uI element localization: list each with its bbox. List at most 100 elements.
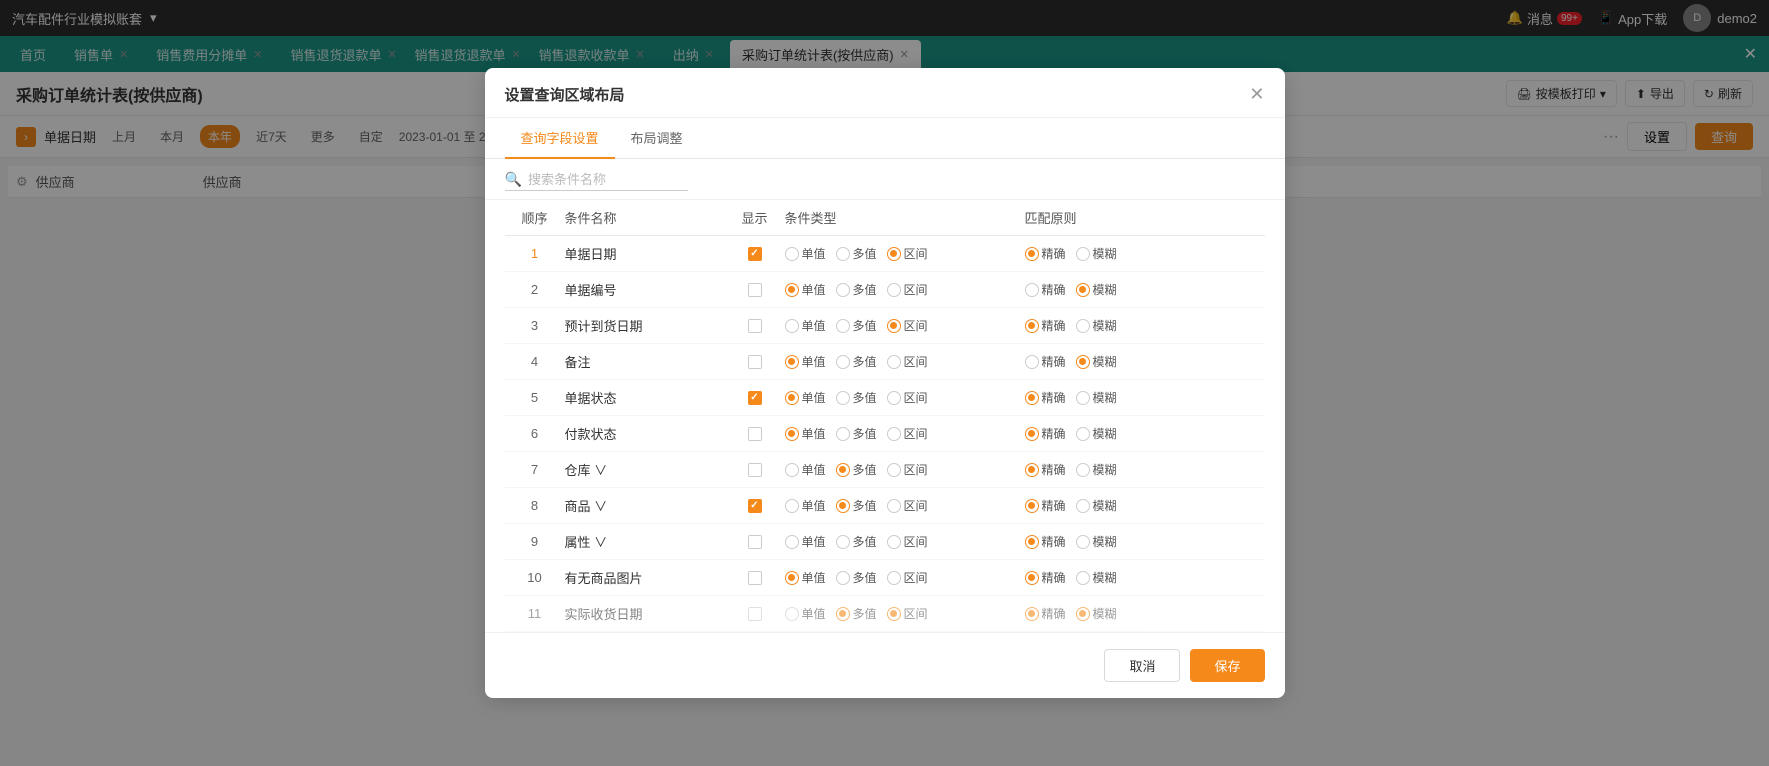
type-range-3[interactable]: 区间 <box>887 317 928 334</box>
type-multi-8[interactable]: 多值 <box>836 497 877 514</box>
match-group-9: 精确 模糊 <box>1025 533 1117 550</box>
display-check-7[interactable] <box>748 463 762 477</box>
type-multi-6[interactable]: 多值 <box>836 425 877 442</box>
match-exact-7[interactable]: 精确 <box>1025 461 1066 478</box>
header-match: 匹配原则 <box>1025 208 1265 227</box>
type-range-6[interactable]: 区间 <box>887 425 928 442</box>
type-multi-1[interactable]: 多值 <box>836 245 877 262</box>
type-multi-9[interactable]: 多值 <box>836 533 877 550</box>
type-single-5[interactable]: 单值 <box>785 389 826 406</box>
display-check-11[interactable] <box>748 607 762 621</box>
display-check-2[interactable] <box>748 283 762 297</box>
cond-name-3: 预计到货日期 <box>565 316 643 335</box>
match-fuzzy-8[interactable]: 模糊 <box>1076 497 1117 514</box>
type-range-4[interactable]: 区间 <box>887 353 928 370</box>
type-multi-3[interactable]: 多值 <box>836 317 877 334</box>
match-exact-4[interactable]: 精确 <box>1025 353 1066 370</box>
match-fuzzy-9[interactable]: 模糊 <box>1076 533 1117 550</box>
match-fuzzy-5[interactable]: 模糊 <box>1076 389 1117 406</box>
type-multi-4[interactable]: 多值 <box>836 353 877 370</box>
match-fuzzy-1[interactable]: 模糊 <box>1076 245 1117 262</box>
cond-name-4: 备注 <box>565 352 591 371</box>
type-single-3[interactable]: 单值 <box>785 317 826 334</box>
cond-name-9: 属性 ∨ <box>565 532 608 551</box>
tab-field-settings-label: 查询字段设置 <box>521 131 599 146</box>
type-range-2[interactable]: 区间 <box>887 281 928 298</box>
conditions-table: 顺序 条件名称 显示 条件类型 匹配原则 1 单据日期 单值 多值 区间 <box>485 200 1285 632</box>
match-exact-5[interactable]: 精确 <box>1025 389 1066 406</box>
display-check-6[interactable] <box>748 427 762 441</box>
order-4: 4 <box>531 354 538 369</box>
type-single-11[interactable]: 单值 <box>785 605 826 622</box>
type-range-10[interactable]: 区间 <box>887 569 928 586</box>
order-10: 10 <box>527 570 541 585</box>
table-row: 7 仓库 ∨ 单值 多值 区间 精确 模糊 <box>505 452 1265 488</box>
type-range-1[interactable]: 区间 <box>887 245 928 262</box>
match-fuzzy-4[interactable]: 模糊 <box>1076 353 1117 370</box>
type-single-8[interactable]: 单值 <box>785 497 826 514</box>
type-single-1[interactable]: 单值 <box>785 245 826 262</box>
match-exact-9[interactable]: 精确 <box>1025 533 1066 550</box>
type-multi-11[interactable]: 多值 <box>836 605 877 622</box>
type-single-10[interactable]: 单值 <box>785 569 826 586</box>
search-input[interactable] <box>528 172 688 187</box>
type-multi-7[interactable]: 多值 <box>836 461 877 478</box>
type-range-5[interactable]: 区间 <box>887 389 928 406</box>
display-check-9[interactable] <box>748 535 762 549</box>
display-check-1[interactable] <box>748 247 762 261</box>
tab-layout-adjust[interactable]: 布局调整 <box>615 118 699 159</box>
match-fuzzy-6[interactable]: 模糊 <box>1076 425 1117 442</box>
type-single-6[interactable]: 单值 <box>785 425 826 442</box>
display-check-5[interactable] <box>748 391 762 405</box>
search-area: 🔍 <box>485 159 1285 200</box>
match-fuzzy-7[interactable]: 模糊 <box>1076 461 1117 478</box>
type-group-4: 单值 多值 区间 <box>785 353 928 370</box>
match-fuzzy-10[interactable]: 模糊 <box>1076 569 1117 586</box>
match-exact-3[interactable]: 精确 <box>1025 317 1066 334</box>
cancel-label: 取消 <box>1129 659 1155 674</box>
cond-name-8: 商品 ∨ <box>565 496 608 515</box>
type-range-9[interactable]: 区间 <box>887 533 928 550</box>
type-multi-10[interactable]: 多值 <box>836 569 877 586</box>
match-exact-6[interactable]: 精确 <box>1025 425 1066 442</box>
type-multi-5[interactable]: 多值 <box>836 389 877 406</box>
type-range-7[interactable]: 区间 <box>887 461 928 478</box>
match-group-11: 精确 模糊 <box>1025 605 1117 622</box>
type-range-11[interactable]: 区间 <box>887 605 928 622</box>
match-exact-10[interactable]: 精确 <box>1025 569 1066 586</box>
display-check-4[interactable] <box>748 355 762 369</box>
display-check-10[interactable] <box>748 571 762 585</box>
tab-layout-adjust-label: 布局调整 <box>631 131 683 146</box>
match-exact-2[interactable]: 精确 <box>1025 281 1066 298</box>
table-row: 8 商品 ∨ 单值 多值 区间 精确 模糊 <box>505 488 1265 524</box>
match-group-2: 精确 模糊 <box>1025 281 1117 298</box>
table-row: 10 有无商品图片 单值 多值 区间 精确 模糊 <box>505 560 1265 596</box>
type-single-7[interactable]: 单值 <box>785 461 826 478</box>
match-fuzzy-3[interactable]: 模糊 <box>1076 317 1117 334</box>
match-fuzzy-11[interactable]: 模糊 <box>1076 605 1117 622</box>
order-11: 11 <box>528 606 542 621</box>
match-exact-11[interactable]: 精确 <box>1025 605 1066 622</box>
table-row: 4 备注 单值 多值 区间 精确 模糊 <box>505 344 1265 380</box>
match-exact-1[interactable]: 精确 <box>1025 245 1066 262</box>
type-range-8[interactable]: 区间 <box>887 497 928 514</box>
order-2: 2 <box>531 282 538 297</box>
dialog-close-button[interactable]: ✕ <box>1249 84 1264 105</box>
type-single-4[interactable]: 单值 <box>785 353 826 370</box>
tab-field-settings[interactable]: 查询字段设置 <box>505 118 615 159</box>
type-group-11: 单值 多值 区间 <box>785 605 928 622</box>
type-multi-2[interactable]: 多值 <box>836 281 877 298</box>
cond-name-11: 实际收货日期 <box>565 604 643 623</box>
cancel-button[interactable]: 取消 <box>1104 649 1180 682</box>
display-check-8[interactable] <box>748 499 762 513</box>
match-fuzzy-2[interactable]: 模糊 <box>1076 281 1117 298</box>
match-group-1: 精确 模糊 <box>1025 245 1117 262</box>
dialog-overlay: 设置查询区域布局 ✕ 查询字段设置 布局调整 🔍 顺序 条件名称 显示 <box>0 0 1769 766</box>
display-check-3[interactable] <box>748 319 762 333</box>
type-single-2[interactable]: 单值 <box>785 281 826 298</box>
type-group-10: 单值 多值 区间 <box>785 569 928 586</box>
settings-dialog: 设置查询区域布局 ✕ 查询字段设置 布局调整 🔍 顺序 条件名称 显示 <box>485 68 1285 698</box>
type-single-9[interactable]: 单值 <box>785 533 826 550</box>
match-exact-8[interactable]: 精确 <box>1025 497 1066 514</box>
save-button[interactable]: 保存 <box>1190 649 1264 682</box>
